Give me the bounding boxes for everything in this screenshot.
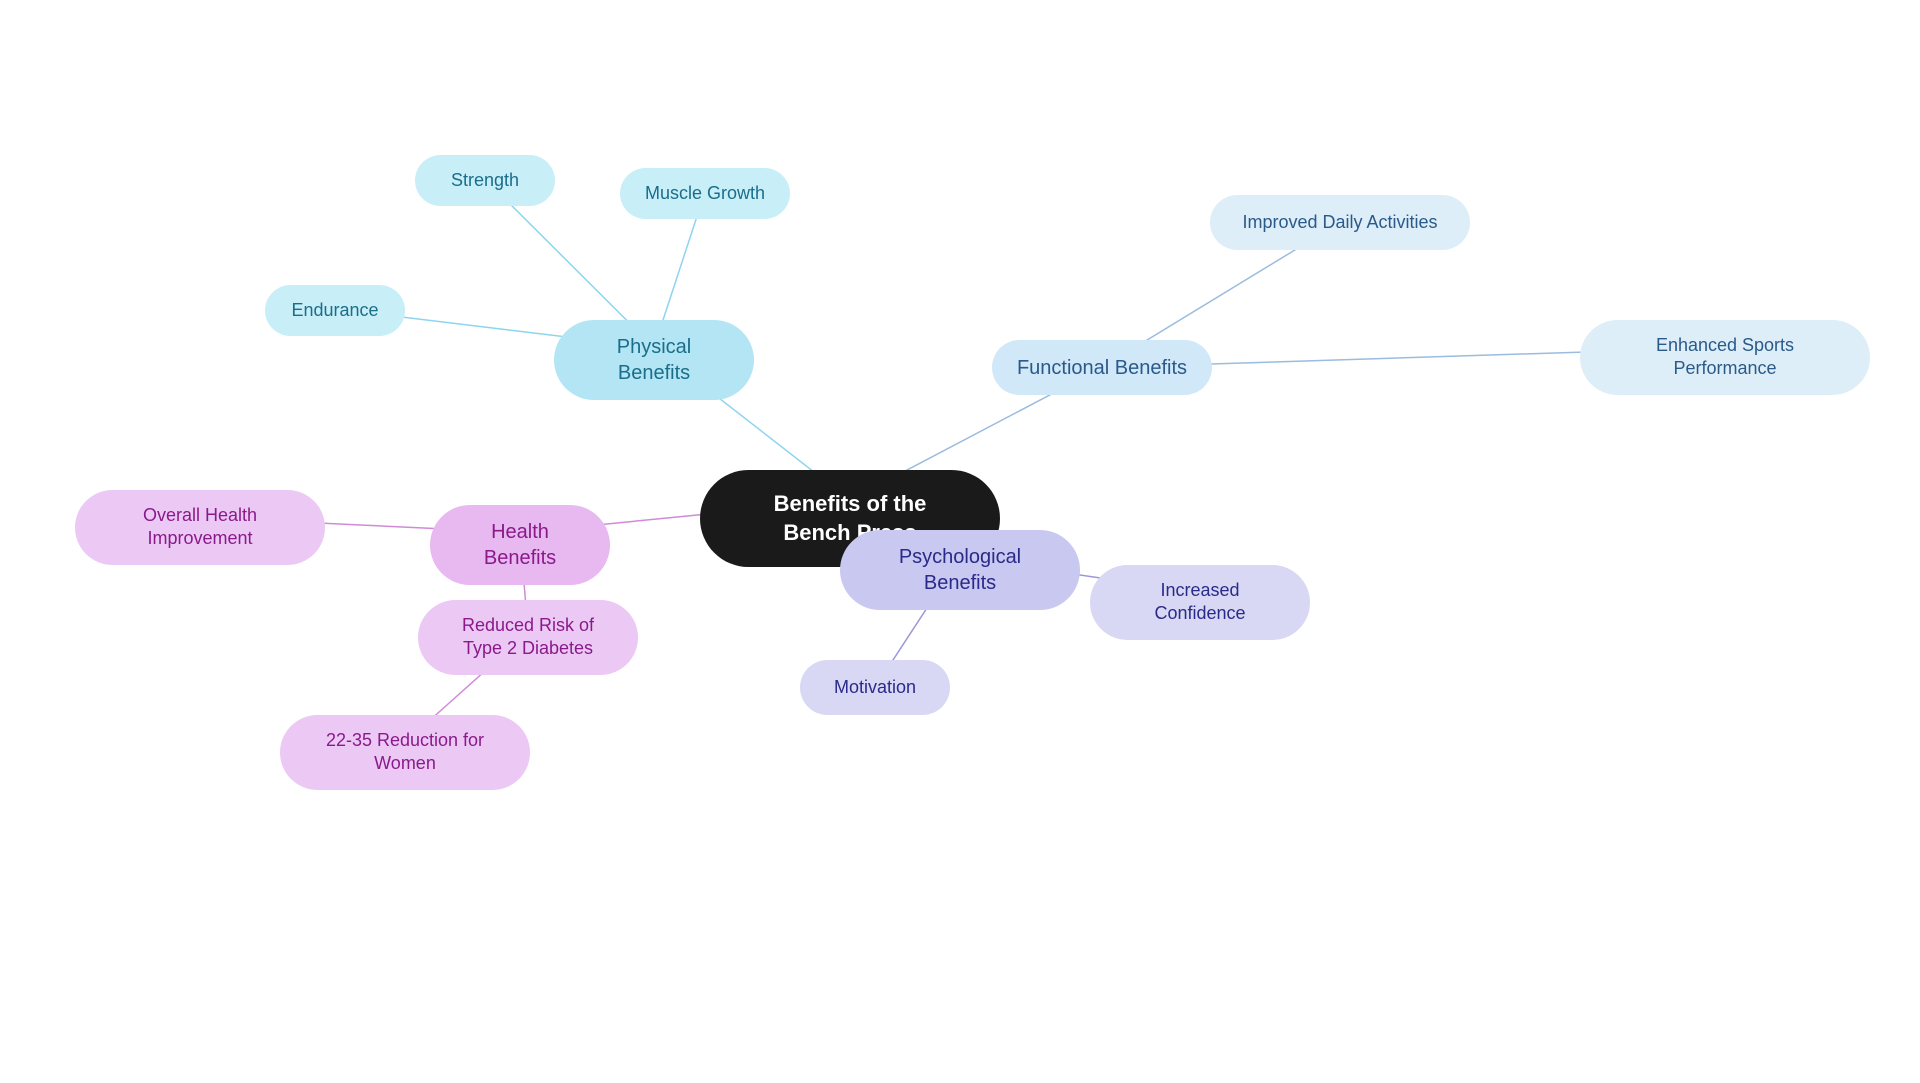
motivation-label: Motivation: [834, 676, 916, 699]
reduced-risk-label: Reduced Risk of Type 2 Diabetes: [442, 614, 614, 661]
endurance-node[interactable]: Endurance: [265, 285, 405, 336]
overall-health-label: Overall Health Improvement: [99, 504, 301, 551]
enhanced-sports-node[interactable]: Enhanced Sports Performance: [1580, 320, 1870, 395]
physical-benefits-node[interactable]: Physical Benefits: [554, 320, 754, 400]
increased-confidence-label: Increased Confidence: [1114, 579, 1286, 626]
enhanced-sports-label: Enhanced Sports Performance: [1604, 334, 1846, 381]
psych-label: Psychological Benefits: [864, 544, 1056, 596]
health-label: Health Benefits: [454, 519, 586, 571]
overall-health-node[interactable]: Overall Health Improvement: [75, 490, 325, 565]
motivation-node[interactable]: Motivation: [800, 660, 950, 715]
functional-label: Functional Benefits: [1017, 355, 1187, 381]
endurance-label: Endurance: [291, 299, 378, 322]
functional-benefits-node[interactable]: Functional Benefits: [992, 340, 1212, 395]
physical-label: Physical Benefits: [578, 334, 730, 386]
reduction-women-label: 22-35 Reduction for Women: [304, 729, 506, 776]
strength-label: Strength: [451, 169, 519, 192]
muscle-growth-node[interactable]: Muscle Growth: [620, 168, 790, 219]
psych-benefits-node[interactable]: Psychological Benefits: [840, 530, 1080, 610]
reduced-risk-node[interactable]: Reduced Risk of Type 2 Diabetes: [418, 600, 638, 675]
improved-daily-node[interactable]: Improved Daily Activities: [1210, 195, 1470, 250]
health-benefits-node[interactable]: Health Benefits: [430, 505, 610, 585]
reduction-women-node[interactable]: 22-35 Reduction for Women: [280, 715, 530, 790]
muscle-growth-label: Muscle Growth: [645, 182, 765, 205]
strength-node[interactable]: Strength: [415, 155, 555, 206]
improved-daily-label: Improved Daily Activities: [1242, 211, 1437, 234]
increased-confidence-node[interactable]: Increased Confidence: [1090, 565, 1310, 640]
